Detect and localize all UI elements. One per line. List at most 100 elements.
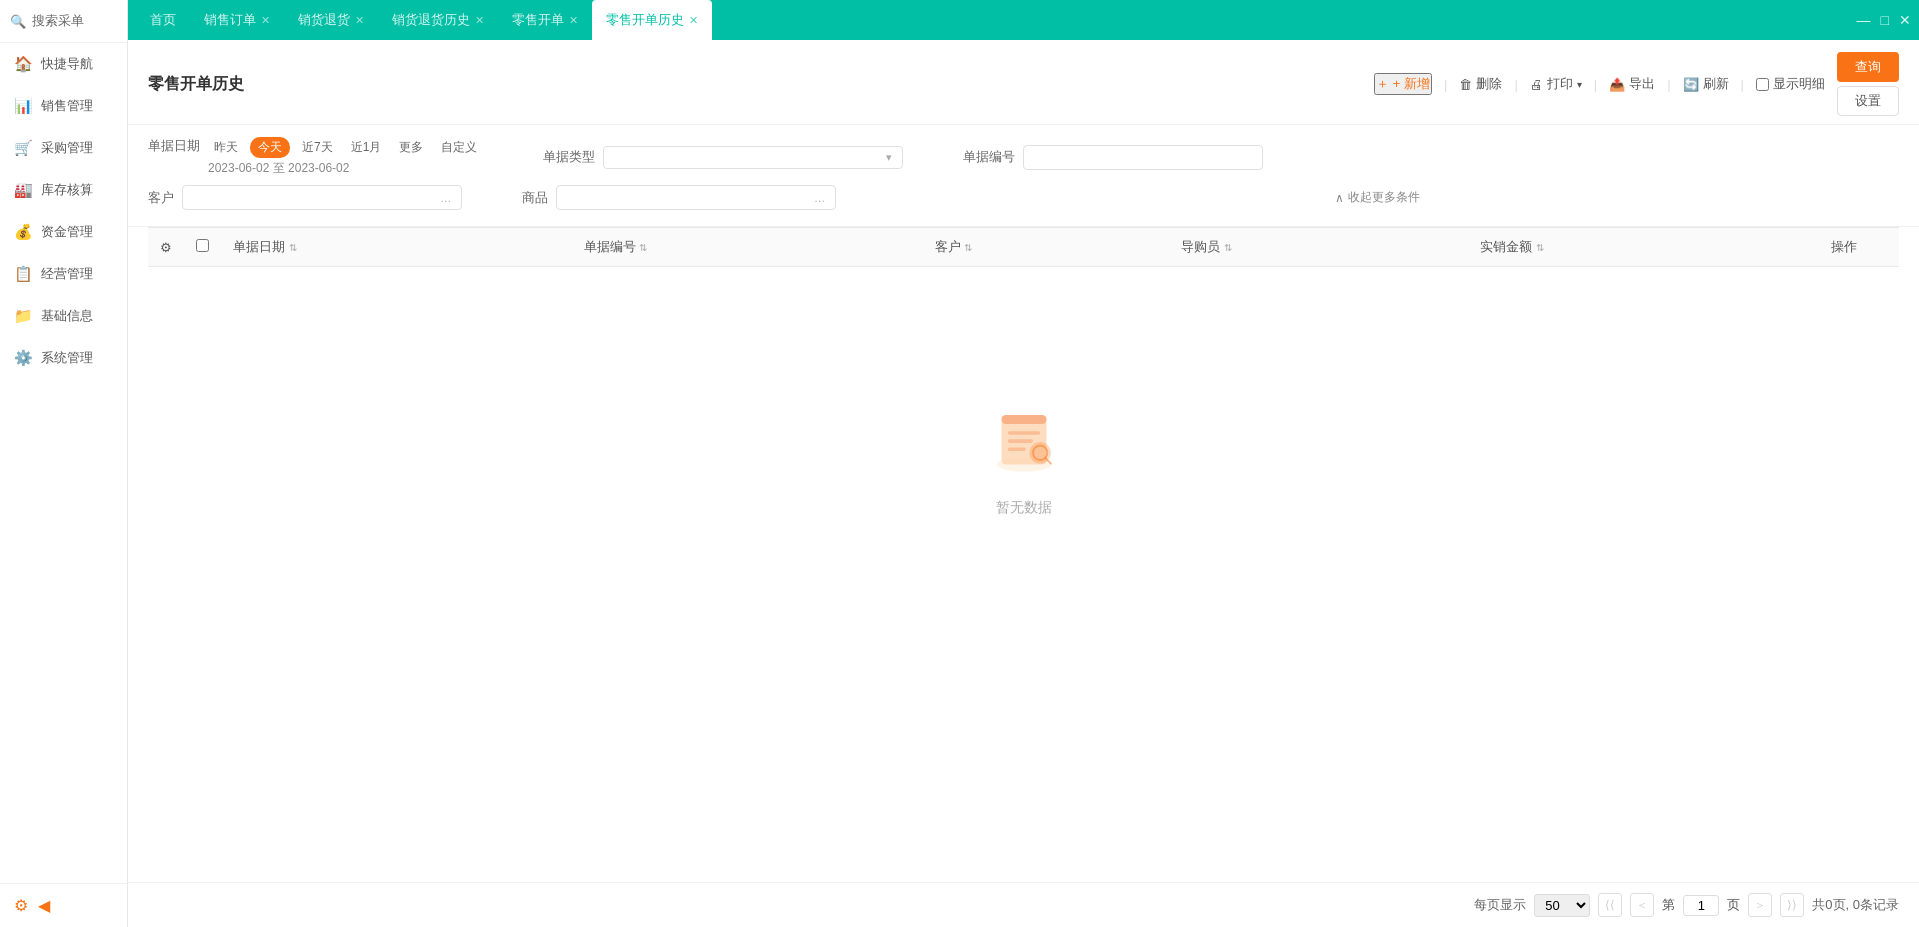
th-date-label: 单据日期 bbox=[233, 239, 285, 254]
sidebar-item-system[interactable]: ⚙️ 系统管理 bbox=[0, 337, 127, 379]
svg-rect-3 bbox=[1007, 431, 1039, 435]
tab-sales-return-history-label: 销货退货历史 bbox=[392, 11, 470, 29]
filter-row-1: 单据日期 昨天 今天 近7天 近1月 更多 自定义 2023-06-02 至 2… bbox=[148, 137, 1899, 177]
sidebar-item-operations[interactable]: 📋 经营管理 bbox=[0, 253, 127, 295]
query-button[interactable]: 查询 bbox=[1837, 52, 1899, 82]
tab-sales-order[interactable]: 销售订单 ✕ bbox=[190, 0, 284, 40]
sidebar-search[interactable]: 🔍 搜索采单 bbox=[0, 0, 127, 43]
collapse-more-button[interactable]: ∧ 收起更多条件 bbox=[1335, 185, 1420, 210]
per-page-select[interactable]: 50 100 200 bbox=[1534, 894, 1590, 917]
sidebar-item-label: 快捷导航 bbox=[41, 55, 93, 73]
date-opt-1month[interactable]: 近1月 bbox=[345, 137, 388, 158]
new-button[interactable]: ＋ + 新增 bbox=[1374, 73, 1432, 95]
finance-icon: 💰 bbox=[14, 223, 33, 241]
product-select[interactable]: ... bbox=[556, 185, 836, 210]
export-label: 导出 bbox=[1629, 75, 1655, 93]
sales-icon: 📊 bbox=[14, 97, 33, 115]
doc-no-input[interactable] bbox=[1023, 145, 1263, 170]
date-opt-custom[interactable]: 自定义 bbox=[435, 137, 483, 158]
new-icon: ＋ bbox=[1376, 75, 1389, 93]
doc-type-select[interactable]: ▾ bbox=[603, 146, 903, 169]
show-detail-checkbox[interactable]: 显示明细 bbox=[1756, 75, 1825, 93]
tab-home-label: 首页 bbox=[150, 11, 176, 29]
sidebar-item-purchase-mgmt[interactable]: 🛒 采购管理 bbox=[0, 127, 127, 169]
print-button[interactable]: 🖨 打印 ▾ bbox=[1530, 75, 1582, 93]
select-all-checkbox[interactable] bbox=[196, 239, 209, 252]
window-maximize-icon[interactable]: □ bbox=[1881, 12, 1889, 28]
th-guide[interactable]: 导购员 ⇅ bbox=[1169, 228, 1468, 267]
collapse-row: ∧ 收起更多条件 bbox=[856, 185, 1899, 210]
sidebar-item-sales-mgmt[interactable]: 📊 销售管理 bbox=[0, 85, 127, 127]
tab-retail-history[interactable]: 零售开单历史 ✕ bbox=[592, 0, 712, 40]
date-opt-today[interactable]: 今天 bbox=[250, 137, 290, 158]
setting-bottom-icon[interactable]: ⚙ bbox=[14, 896, 28, 915]
date-opt-more[interactable]: 更多 bbox=[393, 137, 429, 158]
sidebar-item-inventory[interactable]: 🏭 库存核算 bbox=[0, 169, 127, 211]
th-doc-no-label: 单据编号 bbox=[584, 239, 636, 254]
tab-sales-order-close[interactable]: ✕ bbox=[261, 14, 270, 27]
data-table: ⚙ 单据日期 ⇅ 单据编号 ⇅ bbox=[148, 227, 1899, 647]
th-guide-label: 导购员 bbox=[1181, 239, 1220, 254]
date-opt-yesterday[interactable]: 昨天 bbox=[208, 137, 244, 158]
customer-select[interactable]: ... bbox=[182, 185, 462, 210]
pagination: 每页显示 50 100 200 ⟨⟨ ＜ 第 页 ＞ ⟩⟩ 共0页, 0条记录 bbox=[128, 882, 1919, 927]
customer-ellipsis: ... bbox=[440, 190, 451, 205]
window-minimize-icon[interactable]: — bbox=[1857, 12, 1871, 28]
page-last-btn[interactable]: ⟩⟩ bbox=[1780, 893, 1804, 917]
empty-text: 暂无数据 bbox=[996, 499, 1052, 517]
svg-rect-4 bbox=[1007, 439, 1032, 443]
collapse-more-label: 收起更多条件 bbox=[1348, 189, 1420, 206]
export-button[interactable]: 📤 导出 bbox=[1609, 75, 1655, 93]
doc-no-filter-group: 单据编号 bbox=[963, 145, 1263, 170]
tab-sales-return[interactable]: 销货退货 ✕ bbox=[284, 0, 378, 40]
sidebar-item-basic-info[interactable]: 📁 基础信息 bbox=[0, 295, 127, 337]
svg-rect-5 bbox=[1007, 447, 1025, 451]
customer-filter-group: 客户 ... bbox=[148, 185, 462, 210]
tab-home[interactable]: 首页 bbox=[136, 0, 190, 40]
product-filter-group: 商品 ... bbox=[522, 185, 836, 210]
sidebar-item-quick-nav[interactable]: 🏠 快捷导航 bbox=[0, 43, 127, 85]
page-number-input[interactable] bbox=[1683, 895, 1719, 916]
tab-retail-open[interactable]: 零售开单 ✕ bbox=[498, 0, 592, 40]
date-range-display: 2023-06-02 至 2023-06-02 bbox=[208, 160, 483, 177]
doc-no-label: 单据编号 bbox=[963, 148, 1015, 166]
th-doc-no[interactable]: 单据编号 ⇅ bbox=[572, 228, 923, 267]
sidebar-item-finance[interactable]: 💰 资金管理 bbox=[0, 211, 127, 253]
sidebar-item-label: 资金管理 bbox=[41, 223, 93, 241]
th-checkbox[interactable] bbox=[184, 228, 221, 267]
date-opt-7days[interactable]: 近7天 bbox=[296, 137, 339, 158]
column-settings-icon[interactable]: ⚙ bbox=[160, 240, 172, 255]
print-chevron-icon: ▾ bbox=[1577, 79, 1582, 90]
tab-sales-return-history-close[interactable]: ✕ bbox=[475, 14, 484, 27]
th-amount-label: 实销金额 bbox=[1480, 239, 1532, 254]
delete-label: 删除 bbox=[1476, 75, 1502, 93]
tab-retail-open-close[interactable]: ✕ bbox=[569, 14, 578, 27]
sidebar-item-label: 采购管理 bbox=[41, 139, 93, 157]
window-close-icon[interactable]: ✕ bbox=[1899, 12, 1911, 28]
th-settings[interactable]: ⚙ bbox=[148, 228, 184, 267]
doc-type-chevron-icon: ▾ bbox=[886, 151, 892, 164]
setting-button[interactable]: 设置 bbox=[1837, 86, 1899, 116]
tab-sales-return-history[interactable]: 销货退货历史 ✕ bbox=[378, 0, 498, 40]
show-detail-label: 显示明细 bbox=[1773, 75, 1825, 93]
tab-retail-history-close[interactable]: ✕ bbox=[689, 14, 698, 27]
page-next-btn[interactable]: ＞ bbox=[1748, 893, 1772, 917]
table-area: ⚙ 单据日期 ⇅ 单据编号 ⇅ bbox=[128, 227, 1919, 882]
page-prev-btn[interactable]: ＜ bbox=[1630, 893, 1654, 917]
print-icon: 🖨 bbox=[1530, 77, 1543, 92]
svg-rect-2 bbox=[1001, 415, 1046, 424]
main-area: 首页 销售订单 ✕ 销货退货 ✕ 销货退货历史 ✕ 零售开单 ✕ 零售开单历史 … bbox=[128, 0, 1919, 927]
collapse-sidebar-icon[interactable]: ◀ bbox=[38, 896, 50, 915]
delete-button[interactable]: 🗑 删除 bbox=[1459, 75, 1502, 93]
sort-customer-icon: ⇅ bbox=[964, 242, 972, 253]
tab-sales-return-close[interactable]: ✕ bbox=[355, 14, 364, 27]
th-date[interactable]: 单据日期 ⇅ bbox=[221, 228, 572, 267]
show-detail-input[interactable] bbox=[1756, 78, 1769, 91]
per-page-label: 每页显示 bbox=[1474, 896, 1526, 914]
th-amount[interactable]: 实销金额 ⇅ bbox=[1468, 228, 1819, 267]
sidebar: 🔍 搜索采单 🏠 快捷导航 📊 销售管理 🛒 采购管理 🏭 库存核算 💰 资金管… bbox=[0, 0, 128, 927]
purchase-icon: 🛒 bbox=[14, 139, 33, 157]
refresh-button[interactable]: 🔄 刷新 bbox=[1683, 75, 1729, 93]
page-first-btn[interactable]: ⟨⟨ bbox=[1598, 893, 1622, 917]
th-customer[interactable]: 客户 ⇅ bbox=[923, 228, 1170, 267]
